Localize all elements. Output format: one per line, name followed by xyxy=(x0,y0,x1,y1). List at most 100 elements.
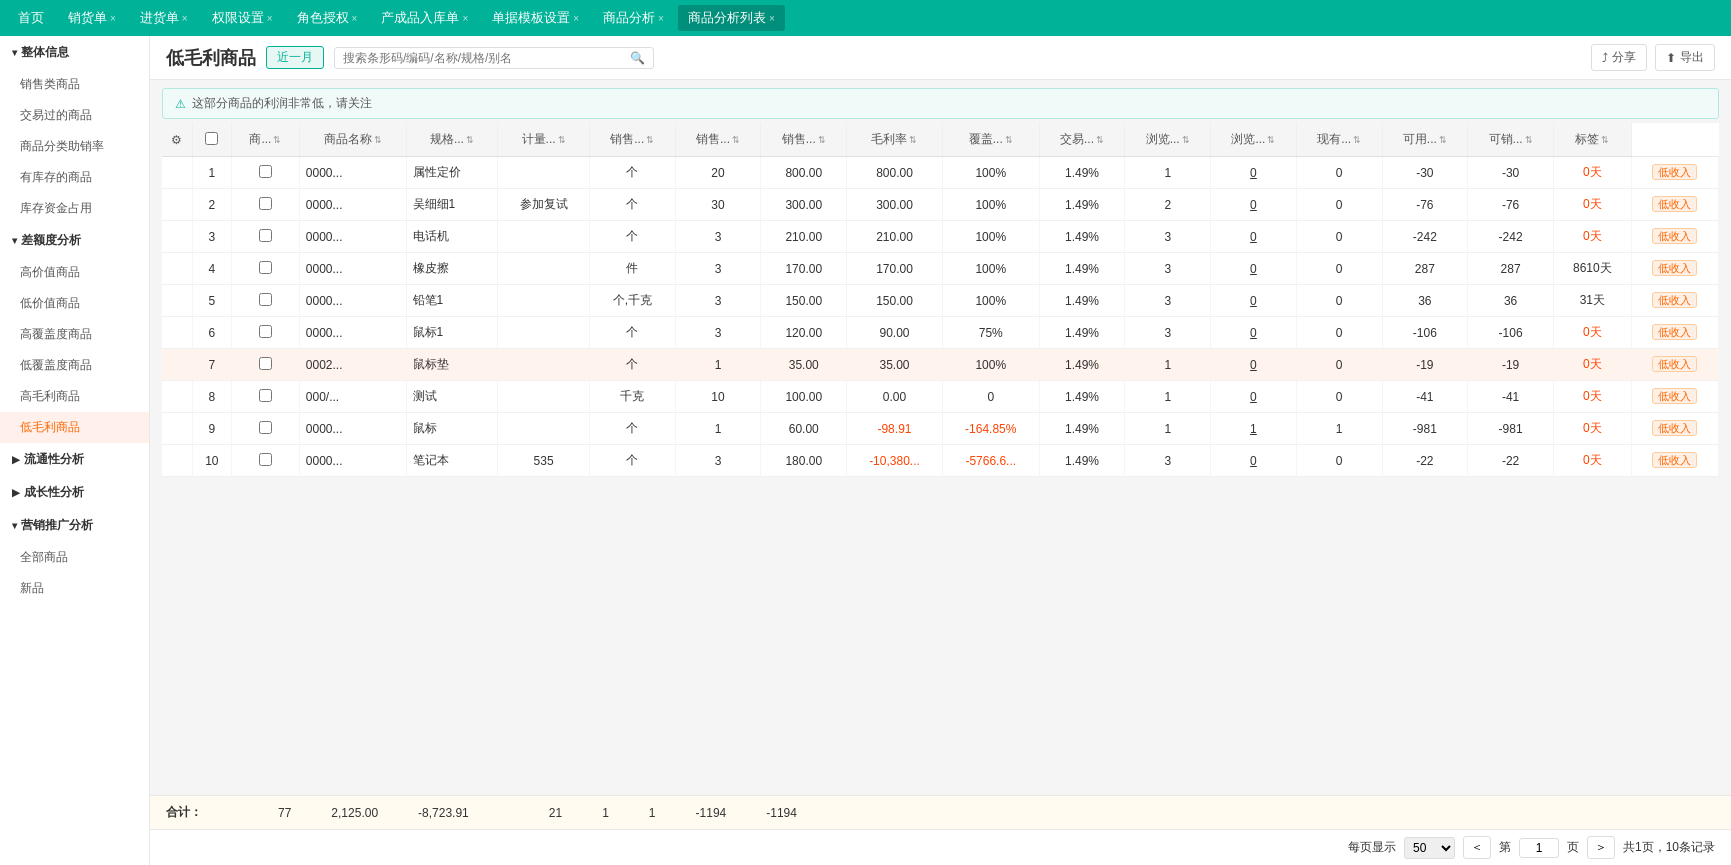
sidebar: ▾ 整体信息 销售类商品 交易过的商品 商品分类助销率 有库存的商品 库存资金占… xyxy=(0,36,150,865)
search-input[interactable] xyxy=(343,51,625,65)
th-sales-profit[interactable]: 销售...⇅ xyxy=(761,123,847,157)
sidebar-item-high-margin[interactable]: 高毛利商品 xyxy=(0,381,149,412)
td-checkbox[interactable] xyxy=(232,285,300,317)
th-transaction[interactable]: 交易...⇅ xyxy=(1039,123,1125,157)
nav-home[interactable]: 首页 xyxy=(8,5,54,31)
notice-bar: ⚠ 这部分商品的利润非常低，请关注 xyxy=(162,88,1719,119)
th-tag[interactable]: 标签⇅ xyxy=(1553,123,1631,157)
prev-page-button[interactable]: ＜ xyxy=(1463,836,1491,859)
row-checkbox[interactable] xyxy=(259,453,272,466)
row-checkbox[interactable] xyxy=(259,261,272,274)
nav-permission[interactable]: 权限设置× xyxy=(202,5,283,31)
table-container[interactable]: ⚙ 商...⇅ 商品名称⇅ 规格...⇅ 计量...⇅ 销售...⇅ 销售...… xyxy=(150,123,1731,795)
td-code: 0000... xyxy=(299,285,406,317)
select-all-checkbox[interactable] xyxy=(205,132,218,145)
nav-product-analysis[interactable]: 商品分析× xyxy=(593,5,674,31)
td-checkbox[interactable] xyxy=(232,349,300,381)
nav-role[interactable]: 角色授权× xyxy=(287,5,368,31)
td-transaction: 3 xyxy=(1125,221,1211,253)
row-checkbox[interactable] xyxy=(259,197,272,210)
td-views1[interactable]: 0 xyxy=(1211,189,1297,221)
group-flow[interactable]: ▶ 流通性分析 xyxy=(0,443,149,476)
td-unit: 个 xyxy=(589,349,675,381)
th-saleable[interactable]: 可销...⇅ xyxy=(1468,123,1554,157)
td-checkbox[interactable] xyxy=(232,381,300,413)
export-button[interactable]: ⬆ 导出 xyxy=(1655,44,1715,71)
sidebar-item-category-rate[interactable]: 商品分类助销率 xyxy=(0,131,149,162)
sidebar-item-low-value[interactable]: 低价值商品 xyxy=(0,288,149,319)
row-checkbox[interactable] xyxy=(259,293,272,306)
th-sales-count[interactable]: 销售...⇅ xyxy=(589,123,675,157)
td-name: 测试 xyxy=(406,381,498,413)
td-views1[interactable]: 0 xyxy=(1211,253,1297,285)
sidebar-item-new-products[interactable]: 新品 xyxy=(0,573,149,604)
th-views2[interactable]: 浏览...⇅ xyxy=(1211,123,1297,157)
row-checkbox[interactable] xyxy=(259,357,272,370)
td-views1[interactable]: 0 xyxy=(1211,285,1297,317)
row-checkbox[interactable] xyxy=(259,421,272,434)
td-checkbox[interactable] xyxy=(232,253,300,285)
td-sales-profit: -10,380... xyxy=(847,445,943,477)
th-unit[interactable]: 计量...⇅ xyxy=(498,123,590,157)
next-page-button[interactable]: ＞ xyxy=(1587,836,1615,859)
search-box[interactable]: 🔍 xyxy=(334,47,654,69)
sidebar-item-all-products[interactable]: 全部商品 xyxy=(0,542,149,573)
sidebar-item-low-margin[interactable]: 低毛利商品 xyxy=(0,412,149,443)
td-tag: 低收入 xyxy=(1631,221,1718,253)
td-views1[interactable]: 0 xyxy=(1211,221,1297,253)
nav-analysis-list[interactable]: 商品分析列表× xyxy=(678,5,785,31)
row-checkbox[interactable] xyxy=(259,325,272,338)
table-row: 7 0002... 鼠标垫 个 1 35.00 35.00 100% 1.49%… xyxy=(162,349,1719,381)
page-number-input[interactable] xyxy=(1519,838,1559,858)
td-checkbox[interactable] xyxy=(232,157,300,189)
td-checkbox[interactable] xyxy=(232,445,300,477)
th-current[interactable]: 现有...⇅ xyxy=(1296,123,1382,157)
filter-button[interactable]: 近一月 xyxy=(266,46,324,69)
td-views1[interactable]: 0 xyxy=(1211,381,1297,413)
td-current: -242 xyxy=(1382,221,1468,253)
row-checkbox[interactable] xyxy=(259,165,272,178)
td-views1[interactable]: 0 xyxy=(1211,157,1297,189)
th-code[interactable]: 商...⇅ xyxy=(232,123,300,157)
td-no: 4 xyxy=(192,253,232,285)
td-spec xyxy=(498,285,590,317)
nav-purchase[interactable]: 进货单× xyxy=(130,5,198,31)
td-views1[interactable]: 0 xyxy=(1211,445,1297,477)
share-button[interactable]: ⤴ 分享 xyxy=(1591,44,1647,71)
th-checkbox[interactable] xyxy=(192,123,232,157)
row-checkbox[interactable] xyxy=(259,229,272,242)
sidebar-item-high-value[interactable]: 高价值商品 xyxy=(0,257,149,288)
td-checkbox[interactable] xyxy=(232,317,300,349)
td-views1[interactable]: 0 xyxy=(1211,349,1297,381)
row-checkbox[interactable] xyxy=(259,389,272,402)
th-available[interactable]: 可用...⇅ xyxy=(1382,123,1468,157)
sidebar-item-traded-products[interactable]: 交易过的商品 xyxy=(0,100,149,131)
sidebar-item-high-coverage[interactable]: 高覆盖度商品 xyxy=(0,319,149,350)
th-name[interactable]: 商品名称⇅ xyxy=(299,123,406,157)
th-gross-margin[interactable]: 毛利率⇅ xyxy=(847,123,943,157)
nav-sales[interactable]: 销货单× xyxy=(58,5,126,31)
td-checkbox[interactable] xyxy=(232,413,300,445)
td-tag: 低收入 xyxy=(1631,253,1718,285)
sidebar-item-capital[interactable]: 库存资金占用 xyxy=(0,193,149,224)
table-body: 1 0000... 属性定价 个 20 800.00 800.00 100% 1… xyxy=(162,157,1719,477)
td-sales-profit: 35.00 xyxy=(847,349,943,381)
td-no: 5 xyxy=(192,285,232,317)
sidebar-item-sales-products[interactable]: 销售类商品 xyxy=(0,69,149,100)
th-views1[interactable]: 浏览...⇅ xyxy=(1125,123,1211,157)
nav-template[interactable]: 单据模板设置× xyxy=(482,5,589,31)
th-spec[interactable]: 规格...⇅ xyxy=(406,123,498,157)
sidebar-item-in-stock[interactable]: 有库存的商品 xyxy=(0,162,149,193)
td-tag: 低收入 xyxy=(1631,381,1718,413)
th-sales-amount[interactable]: 销售...⇅ xyxy=(675,123,761,157)
td-checkbox[interactable] xyxy=(232,189,300,221)
td-views1[interactable]: 0 xyxy=(1211,317,1297,349)
th-coverage[interactable]: 覆盖...⇅ xyxy=(942,123,1039,157)
group-growth[interactable]: ▶ 成长性分析 xyxy=(0,476,149,509)
th-gear[interactable]: ⚙ xyxy=(162,123,192,157)
sidebar-item-low-coverage[interactable]: 低覆盖度商品 xyxy=(0,350,149,381)
page-size-select[interactable]: 50 100 200 xyxy=(1404,837,1455,859)
td-checkbox[interactable] xyxy=(232,221,300,253)
nav-product-in[interactable]: 产成品入库单× xyxy=(371,5,478,31)
td-views1[interactable]: 1 xyxy=(1211,413,1297,445)
